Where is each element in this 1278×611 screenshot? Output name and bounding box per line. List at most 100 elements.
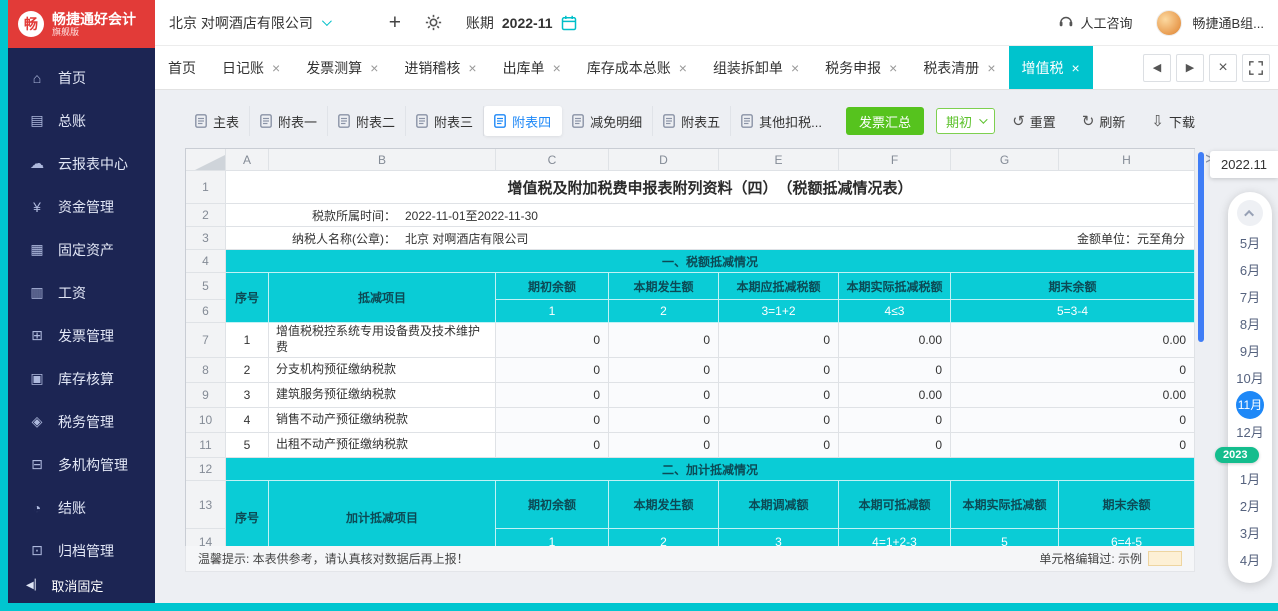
cell-value[interactable]: 0.00 [951,383,1195,408]
cell-value[interactable]: 0 [719,408,839,433]
subtab-reduction-detail[interactable]: 减免明细 [562,106,654,136]
sidebar-item-invoice-mgmt[interactable]: ⊞ 发票管理 [8,314,155,357]
cell-seq[interactable]: 4 [226,408,269,433]
subtab-schedule-5[interactable]: 附表五 [653,106,732,136]
column-number[interactable]: 2 [609,300,719,323]
column-number[interactable]: 3=1+2 [719,300,839,323]
sidebar-item-payroll[interactable]: ▥ 工资 [8,271,155,314]
calendar-icon[interactable] [561,15,577,31]
sidebar-item-archive[interactable]: ⊡ 归档管理 [8,529,155,572]
row-number[interactable]: 3 [186,227,226,250]
cell-value[interactable]: 0 [951,358,1195,383]
row-number[interactable]: 11 [186,433,226,458]
taxpayer-cell[interactable]: 纳税人名称(公章)： 北京 对啊酒店有限公司 金额单位：元至角分 [226,227,1195,250]
download-button[interactable]: ⇩ 下载 [1151,112,1195,131]
avatar[interactable] [1156,9,1183,36]
cell-item[interactable]: 分支机构预征缴纳税款 [269,358,496,383]
header-item[interactable]: 抵减项目 [269,273,496,323]
cell-value[interactable]: 0 [839,408,951,433]
header-seq[interactable]: 序号 [226,481,269,546]
cell-seq[interactable]: 1 [226,323,269,358]
subtab-main-table[interactable]: 主表 [185,106,251,136]
cell-value[interactable]: 0 [719,433,839,458]
cell-value[interactable]: 0 [496,383,609,408]
column-number[interactable]: 4=1+2-3 [839,529,951,546]
sidebar-item-multi-org[interactable]: ⊟ 多机构管理 [8,443,155,486]
cell-value[interactable]: 0 [609,383,719,408]
period-value[interactable]: 2022-11 [502,15,553,31]
column-header-a[interactable]: A [226,149,269,171]
cell-seq[interactable]: 5 [226,433,269,458]
month-item-6[interactable]: 6月 [1228,256,1272,283]
close-icon[interactable]: × [272,60,280,76]
opening-balance-button[interactable]: 期初 [935,108,995,134]
month-item-7[interactable]: 7月 [1228,283,1272,310]
subtab-schedule-4[interactable]: 附表四 [484,106,563,136]
tab-home[interactable]: 首页 [155,46,209,89]
subtab-other-deduction[interactable]: 其他扣税... [731,106,832,136]
column-number[interactable]: 6=4-5 [1059,529,1195,546]
column-label[interactable]: 本期实际抵减额 [951,481,1059,529]
month-item-12[interactable]: 12月 [1228,418,1272,445]
column-label[interactable]: 本期发生额 [609,481,719,529]
column-number[interactable]: 4≤3 [839,300,951,323]
column-number[interactable]: 5=3-4 [951,300,1195,323]
company-selector[interactable]: 北京 对啊酒店有限公司 [169,13,332,33]
sidebar-unpin-button[interactable]: ◀▏ 取消固定 [8,576,155,595]
tab-purchase-sales-audit[interactable]: 进销稽核 × [391,46,489,89]
column-header-b[interactable]: B [269,149,496,171]
row-number[interactable]: 5 [186,273,226,300]
column-label[interactable]: 期初余额 [496,273,609,300]
human-consult-button[interactable]: 人工咨询 [1058,13,1132,32]
column-label[interactable]: 期末余额 [951,273,1195,300]
cell-seq[interactable]: 2 [226,358,269,383]
close-icon[interactable]: × [370,60,378,76]
tab-outbound-order[interactable]: 出库单 × [490,46,574,89]
month-item-5[interactable]: 5月 [1228,229,1272,256]
column-label[interactable]: 本期实际抵减税额 [839,273,951,300]
row-number[interactable]: 1 [186,171,226,204]
settings-gear-icon[interactable] [425,14,442,31]
row-number[interactable]: 10 [186,408,226,433]
cell-item[interactable]: 销售不动产预征缴纳税款 [269,408,496,433]
month-item-9[interactable]: 9月 [1228,337,1272,364]
reset-button[interactable]: ↺ 重置 [1012,112,1056,131]
column-label[interactable]: 本期可抵减额 [839,481,951,529]
cell-value[interactable]: 0 [496,323,609,358]
close-icon[interactable]: × [1072,60,1080,76]
sidebar-item-tax[interactable]: ◈ 税务管理 [8,400,155,443]
subtab-schedule-1[interactable]: 附表一 [250,106,329,136]
row-number[interactable]: 2 [186,204,226,227]
column-label[interactable]: 本期应抵减税额 [719,273,839,300]
cell-value[interactable]: 0 [609,433,719,458]
sheet-vertical-scrollbar[interactable] [1198,152,1204,342]
cell-value[interactable]: 0 [951,408,1195,433]
tab-vat[interactable]: 增值税 × [1008,46,1093,89]
close-icon[interactable]: × [791,60,799,76]
month-item-2[interactable]: 2月 [1228,492,1272,519]
add-account-set-button[interactable]: + [385,11,405,35]
cell-value[interactable]: 0 [496,433,609,458]
month-item-10[interactable]: 10月 [1228,364,1272,391]
month-item-3[interactable]: 3月 [1228,519,1272,546]
tab-tax-register[interactable]: 税表清册 × [910,46,1008,89]
cell-value[interactable]: 0.00 [839,383,951,408]
user-name[interactable]: 畅捷通B组... [1192,13,1264,32]
tab-invoice-calc[interactable]: 发票测算 × [293,46,391,89]
cell-value[interactable]: 0 [496,358,609,383]
header-seq[interactable]: 序号 [226,273,269,323]
refresh-button[interactable]: ↻ 刷新 [1082,112,1126,131]
cell-value[interactable]: 0 [951,433,1195,458]
close-tabs-button[interactable]: × [1209,53,1237,82]
close-icon[interactable]: × [889,60,897,76]
tab-inventory-cost-ledger[interactable]: 库存成本总账 × [574,46,700,89]
close-icon[interactable]: × [987,60,995,76]
sidebar-item-fixed-assets[interactable]: ▦ 固定资产 [8,228,155,271]
column-label[interactable]: 期初余额 [496,481,609,529]
row-number[interactable]: 6 [186,300,226,323]
column-label[interactable]: 本期发生额 [609,273,719,300]
fullscreen-button[interactable] [1242,53,1270,82]
app-logo[interactable]: 畅 畅捷通好会计 旗舰版 [8,0,155,48]
column-number[interactable]: 2 [609,529,719,546]
subtab-schedule-2[interactable]: 附表二 [328,106,407,136]
